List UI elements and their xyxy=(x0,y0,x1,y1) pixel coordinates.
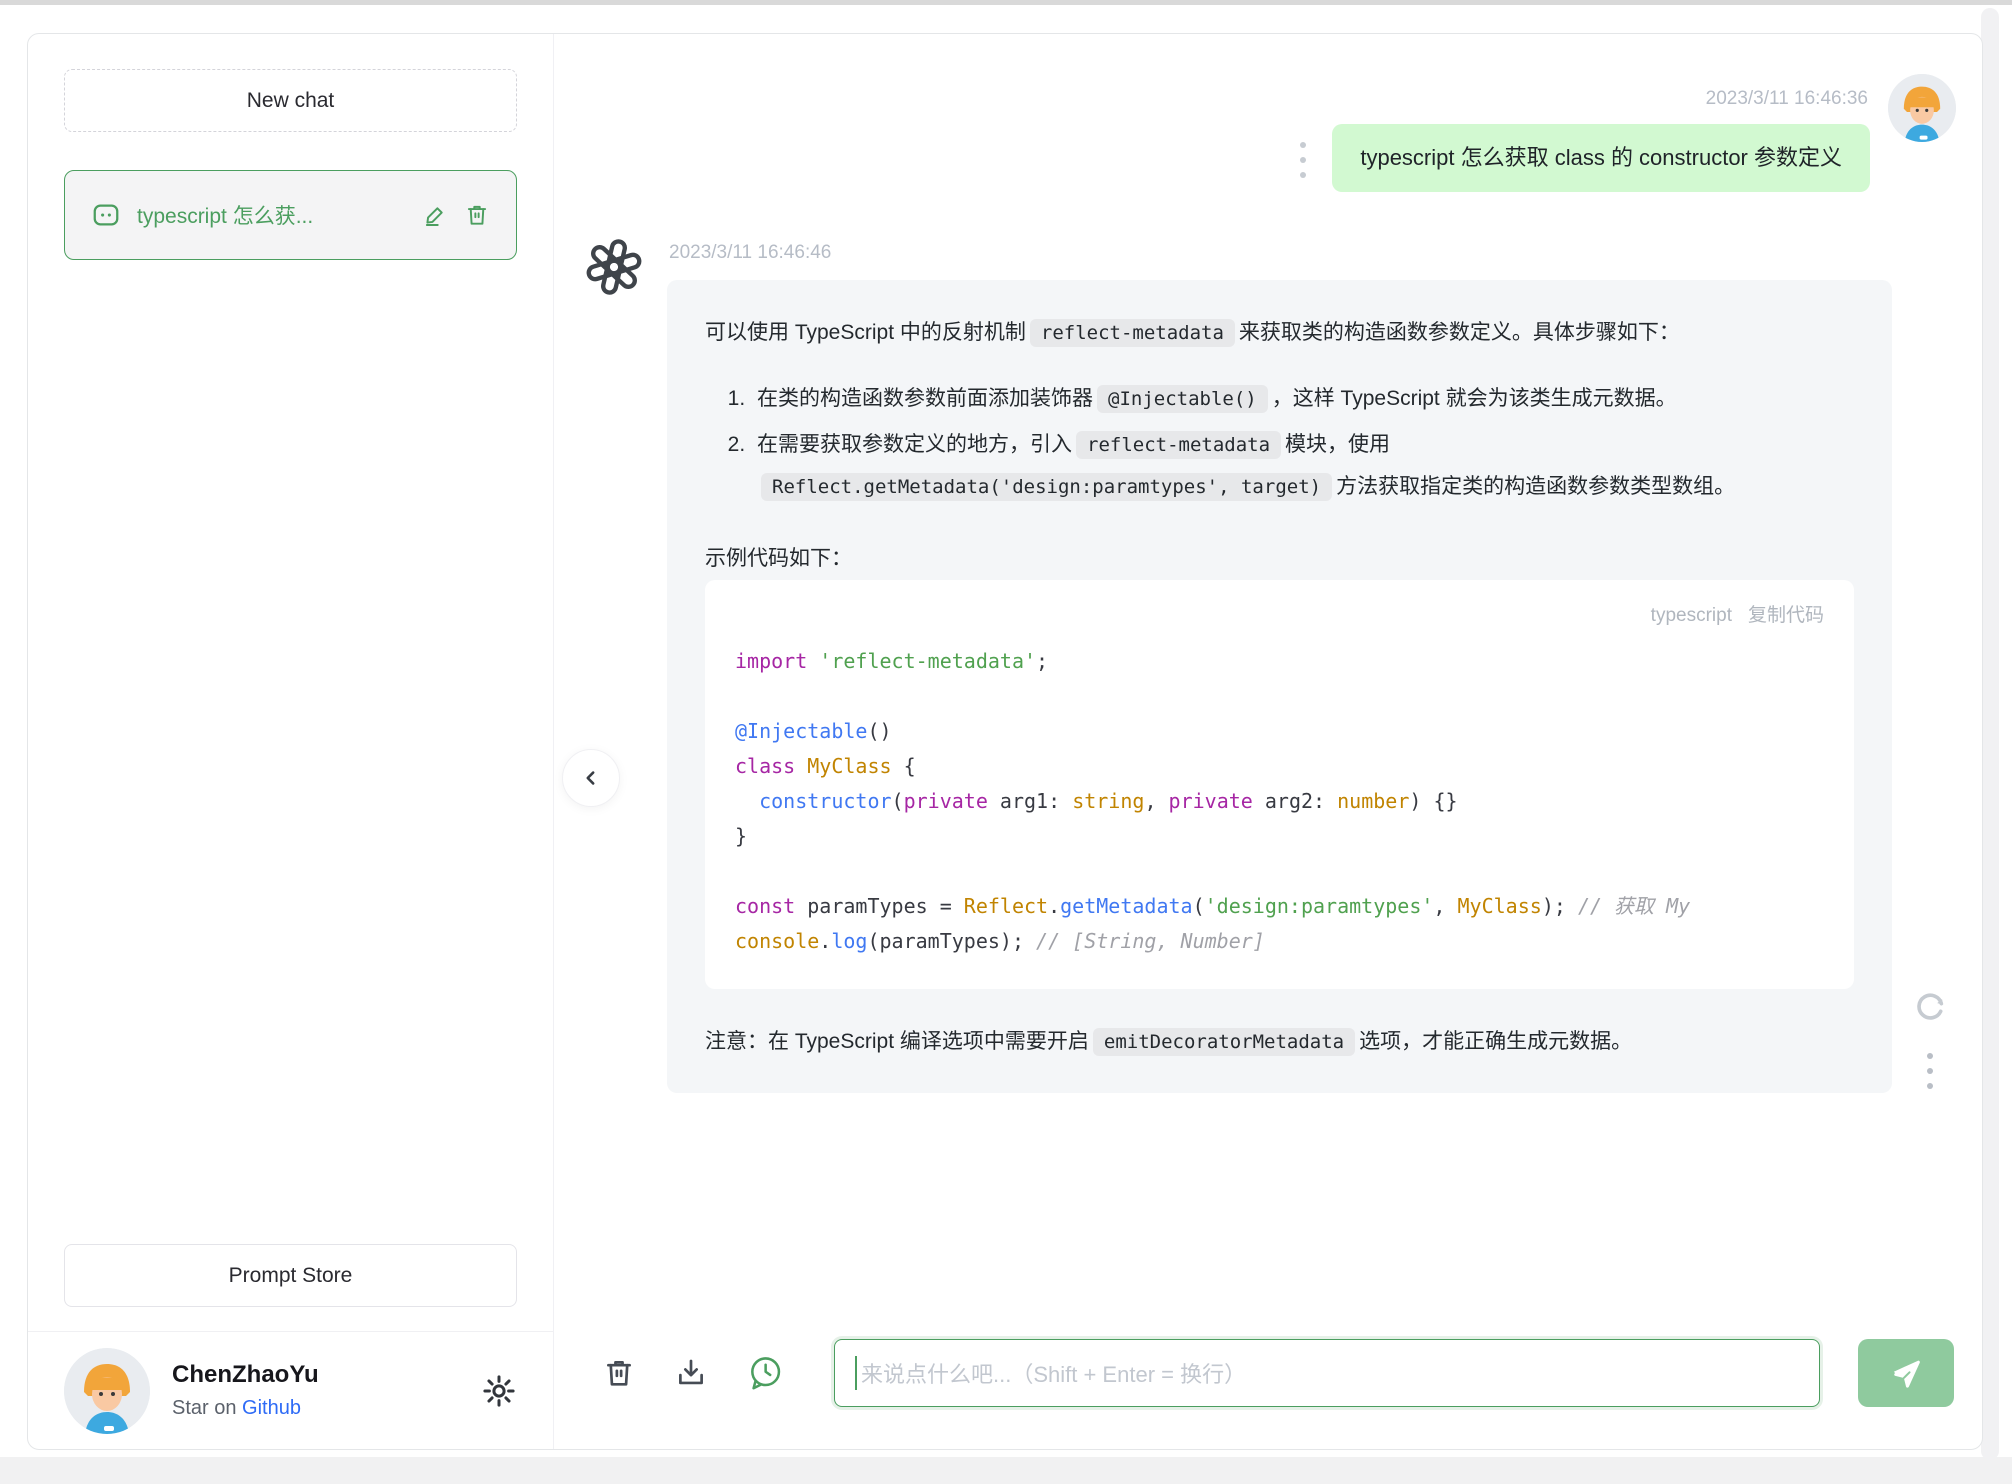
context-toggle-button[interactable] xyxy=(746,1354,784,1392)
paper-plane-icon xyxy=(1893,1360,1920,1388)
assistant-message-bubble: 可以使用 TypeScript 中的反射机制 reflect-metadata 来获… xyxy=(667,280,1892,1093)
trash-icon xyxy=(607,1361,631,1386)
code-content: import 'reflect-metadata'; @Injectable()… xyxy=(735,649,1691,953)
conversation-item[interactable]: typescript 怎么获... xyxy=(64,170,517,260)
message-list: 2023/3/11 16:46:36 typescript 怎么获取 class… xyxy=(554,34,1982,1313)
delete-icon[interactable] xyxy=(464,202,490,228)
message-input[interactable]: 来说点什么吧...（Shift + Enter = 换行） xyxy=(834,1339,1820,1407)
user-avatar xyxy=(64,1347,150,1434)
collapse-sidebar-button[interactable] xyxy=(562,749,620,807)
conversation-title: typescript 怎么获... xyxy=(137,205,314,228)
message-actions xyxy=(1910,987,1950,1089)
inline-code: emitDecoratorMetadata xyxy=(1092,1028,1356,1056)
window-top-edge xyxy=(0,0,2012,5)
inline-code: reflect-metadata xyxy=(1076,431,1282,459)
code-language-label: typescript xyxy=(1650,605,1732,626)
assistant-step-2: 在需要获取参数定义的地方，引入reflect-metadata模块，使用Refl… xyxy=(751,424,1854,508)
inline-code: Reflect.getMetadata('design:paramtypes',… xyxy=(761,473,1333,501)
assistant-steps: 在类的构造函数参数前面添加装饰器@Injectable()，这样 TypeScr… xyxy=(705,378,1854,508)
user-chat-avatar xyxy=(1888,74,1956,142)
assistant-intro: 可以使用 TypeScript 中的反射机制 reflect-metadata 来获… xyxy=(705,312,1854,354)
new-chat-label: New chat xyxy=(246,88,335,112)
chat-bubble-icon xyxy=(93,204,119,226)
user-message-options-icon[interactable] xyxy=(1300,142,1307,192)
app-window: New chat typescript 怎么获... Prompt Store xyxy=(27,33,1983,1450)
download-icon xyxy=(679,1359,703,1385)
prompt-store-label: Prompt Store xyxy=(228,1263,353,1287)
sidebar: New chat typescript 怎么获... Prompt Store xyxy=(28,34,554,1449)
settings-gear-icon[interactable] xyxy=(481,1373,517,1409)
inline-code: @Injectable() xyxy=(1097,385,1268,413)
input-placeholder: 来说点什么吧...（Shift + Enter = 换行） xyxy=(861,1362,1247,1387)
prompt-store-button[interactable]: Prompt Store xyxy=(64,1244,517,1307)
new-chat-button[interactable]: New chat xyxy=(64,69,517,132)
chevron-left-icon xyxy=(586,771,595,785)
example-lead: 示例代码如下： xyxy=(705,547,852,570)
window-bottom-edge xyxy=(0,1457,2012,1484)
github-link[interactable]: Github xyxy=(242,1397,301,1419)
export-image-button[interactable] xyxy=(674,1356,708,1390)
assistant-message-timestamp: 2023/3/11 16:46:46 xyxy=(669,242,832,263)
clear-chat-button[interactable] xyxy=(602,1356,636,1390)
assistant-message: 2023/3/11 16:46:46 可以使用 TypeScript 中的反射机… xyxy=(585,238,1956,1093)
copy-code-button[interactable]: 复制代码 xyxy=(1748,604,1824,628)
send-button[interactable] xyxy=(1858,1339,1954,1407)
edit-icon[interactable] xyxy=(422,202,448,228)
regenerate-icon[interactable] xyxy=(1910,987,1950,1027)
text-caret xyxy=(855,1356,857,1390)
user-message-timestamp: 2023/3/11 16:46:36 xyxy=(1705,88,1868,109)
assistant-note: 注意：在 TypeScript 编译选项中需要开启 emitDecoratorMe… xyxy=(705,1021,1854,1063)
user-message-bubble: typescript 怎么获取 class 的 constructor 参数定义 xyxy=(1332,124,1870,192)
code-block: typescript 复制代码 import 'reflect-metadata… xyxy=(705,580,1854,989)
sidebar-footer: ChenZhaoYu Star on Github xyxy=(28,1331,553,1449)
user-name: ChenZhaoYu xyxy=(172,1361,319,1388)
star-text: Star on xyxy=(172,1397,243,1419)
user-message: 2023/3/11 16:46:36 typescript 怎么获取 class… xyxy=(585,74,1956,192)
chat-main: 2023/3/11 16:46:36 typescript 怎么获取 class… xyxy=(554,34,1982,1449)
assistant-message-options-icon[interactable] xyxy=(1927,1053,1933,1089)
assistant-step-1: 在类的构造函数参数前面添加装饰器@Injectable()，这样 TypeScr… xyxy=(751,378,1854,420)
composer-bar: 来说点什么吧...（Shift + Enter = 换行） xyxy=(554,1339,1982,1407)
chat-history-icon xyxy=(751,1357,781,1390)
inline-code: reflect-metadata xyxy=(1029,319,1235,347)
openai-logo-icon xyxy=(585,238,643,296)
user-meta: ChenZhaoYu Star on Github xyxy=(172,1361,459,1420)
window-scrollbar[interactable] xyxy=(1981,8,1999,1460)
